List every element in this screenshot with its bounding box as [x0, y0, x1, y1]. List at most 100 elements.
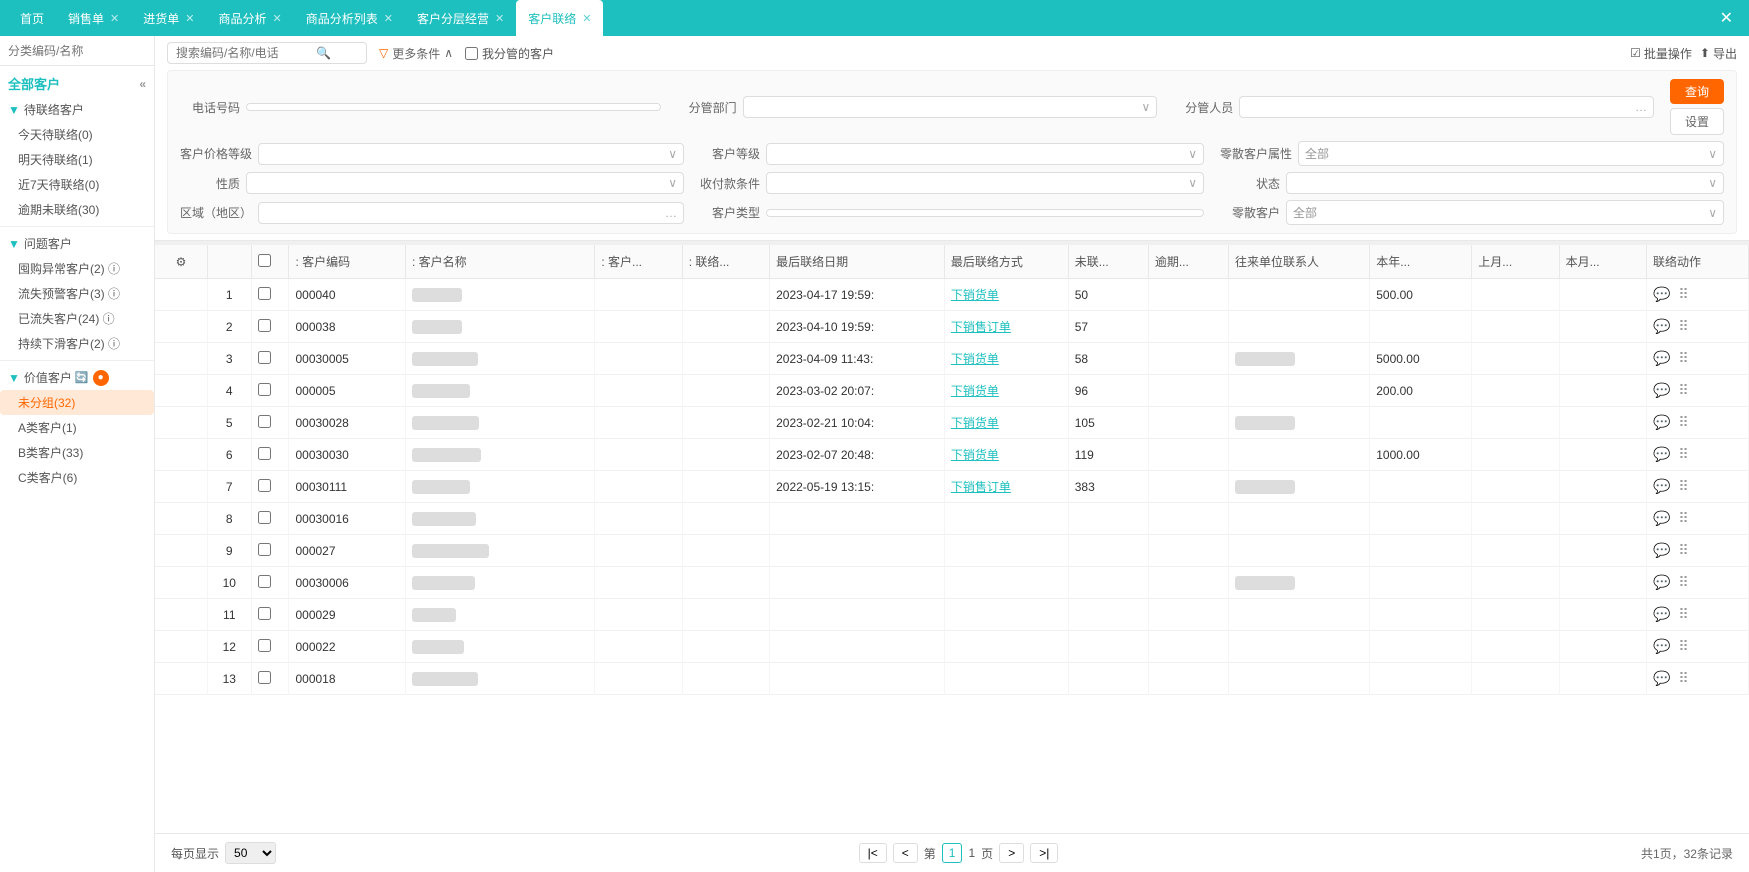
sidebar-item-class-b[interactable]: B类客户(33)	[0, 440, 154, 465]
th-unit-contact[interactable]: 往来单位联系人	[1228, 245, 1369, 279]
tab-product-analysis[interactable]: 商品分析 ✕	[206, 0, 293, 36]
row-last-way[interactable]: 下销货单	[944, 407, 1068, 439]
group-pending-contact[interactable]: ▼ 待联络客户	[0, 97, 154, 122]
grid-icon[interactable]: ⠿	[1678, 606, 1688, 623]
th-name[interactable]: : 客户名称	[405, 245, 594, 279]
tab-product-analysis-list[interactable]: 商品分析列表 ✕	[294, 0, 405, 36]
group-problem-customer[interactable]: ▼ 问题客户	[0, 231, 154, 256]
tab-customer-contact[interactable]: 客户联络 ✕	[516, 0, 603, 36]
sidebar-search-input[interactable]	[8, 44, 155, 58]
sidebar-item-declining[interactable]: 持续下滑客户(2) ⓘ	[0, 331, 154, 356]
sidebar-item-overdue-contact[interactable]: 逾期未联络(30)	[0, 197, 154, 222]
grid-icon[interactable]: ⠿	[1678, 318, 1688, 335]
sidebar-item-churned[interactable]: 已流失客户(24) ⓘ	[0, 306, 154, 331]
row-last-way[interactable]: 下销货单	[944, 439, 1068, 471]
chat-icon[interactable]: 💬	[1653, 446, 1670, 463]
next-page-btn[interactable]: >	[999, 843, 1024, 863]
tab-sales-order[interactable]: 销售单 ✕	[56, 0, 131, 36]
row-checkbox[interactable]	[258, 319, 271, 332]
chat-icon[interactable]: 💬	[1653, 478, 1670, 495]
tab-customer-segment[interactable]: 客户分层经营 ✕	[405, 0, 516, 36]
row-checkbox[interactable]	[258, 639, 271, 652]
th-this-year[interactable]: 本年...	[1370, 245, 1472, 279]
row-checkbox[interactable]	[258, 287, 271, 300]
chat-icon[interactable]: 💬	[1653, 542, 1670, 559]
price-level-input[interactable]: ∨	[258, 143, 684, 165]
phone-input[interactable]	[246, 103, 661, 111]
query-button[interactable]: 查询	[1670, 79, 1724, 104]
grid-icon[interactable]: ⠿	[1678, 414, 1688, 431]
more-filter-button[interactable]: ▽ 更多条件 ∧	[379, 45, 453, 62]
customer-level-input[interactable]: ∨	[766, 143, 1204, 165]
current-page[interactable]: 1	[942, 843, 963, 863]
status-input[interactable]: ∨	[1286, 172, 1724, 194]
row-last-way[interactable]	[944, 599, 1068, 631]
tab-purchase-order[interactable]: 进货单 ✕	[131, 0, 206, 36]
export-button[interactable]: ⬆ 导出	[1700, 45, 1737, 62]
customer-type-input[interactable]	[766, 209, 1204, 217]
main-search-input[interactable]	[176, 46, 316, 60]
prev-page-btn[interactable]: <	[893, 843, 918, 863]
grid-icon[interactable]: ⠿	[1678, 350, 1688, 367]
close-tab-sales-order[interactable]: ✕	[110, 12, 119, 25]
row-checkbox[interactable]	[258, 671, 271, 684]
my-customer-checkbox[interactable]	[465, 47, 478, 60]
th-settings[interactable]: ⚙	[155, 245, 207, 279]
group-value-customer[interactable]: ▼ 价值客户 🔄 ●	[0, 365, 154, 390]
sidebar-item-today-pending[interactable]: 今天待联络(0)	[0, 122, 154, 147]
nature-input[interactable]: ∨	[246, 172, 684, 194]
grid-icon[interactable]: ⠿	[1678, 478, 1688, 495]
chat-icon[interactable]: 💬	[1653, 574, 1670, 591]
grid-icon[interactable]: ⠿	[1678, 446, 1688, 463]
value-refresh-icon[interactable]: 🔄	[75, 371, 89, 384]
row-last-way[interactable]	[944, 567, 1068, 599]
sidebar-item-class-a[interactable]: A类客户(1)	[0, 415, 154, 440]
chat-icon[interactable]: 💬	[1653, 414, 1670, 431]
grid-icon[interactable]: ⠿	[1678, 382, 1688, 399]
dept-input[interactable]: ∨	[743, 96, 1158, 118]
close-tab-segment[interactable]: ✕	[495, 12, 504, 25]
close-tab-contact[interactable]: ✕	[582, 12, 591, 25]
chat-icon[interactable]: 💬	[1653, 286, 1670, 303]
row-last-way[interactable]	[944, 663, 1068, 695]
grid-icon[interactable]: ⠿	[1678, 542, 1688, 559]
th-last-month[interactable]: 上月...	[1472, 245, 1559, 279]
th-no-contact[interactable]: 未联...	[1068, 245, 1148, 279]
tab-home[interactable]: 首页	[8, 0, 56, 36]
row-last-way[interactable]	[944, 535, 1068, 567]
per-page-select[interactable]: 50 20 100	[225, 842, 276, 864]
select-all-checkbox[interactable]	[258, 254, 271, 267]
window-close-button[interactable]: ✕	[1712, 8, 1741, 28]
chat-icon[interactable]: 💬	[1653, 606, 1670, 623]
sidebar-collapse-icon[interactable]: «	[139, 77, 146, 91]
row-checkbox[interactable]	[258, 543, 271, 556]
sidebar-item-churn-warning[interactable]: 流失预警客户(3) ⓘ	[0, 281, 154, 306]
row-checkbox[interactable]	[258, 607, 271, 620]
retail-attr-input[interactable]: 全部∨	[1298, 141, 1724, 166]
row-checkbox[interactable]	[258, 511, 271, 524]
sidebar-item-unclassified[interactable]: 未分组(32)	[0, 390, 154, 415]
close-tab-product-list[interactable]: ✕	[384, 12, 393, 25]
row-last-way[interactable]	[944, 631, 1068, 663]
last-page-btn[interactable]: >|	[1030, 843, 1058, 863]
chat-icon[interactable]: 💬	[1653, 382, 1670, 399]
main-search-icon[interactable]: 🔍	[316, 46, 331, 60]
th-last-contact-date[interactable]: 最后联络日期	[770, 245, 945, 279]
area-input[interactable]: …	[258, 202, 684, 224]
sidebar-item-class-c[interactable]: C类客户(6)	[0, 465, 154, 490]
grid-icon[interactable]: ⠿	[1678, 286, 1688, 303]
row-checkbox[interactable]	[258, 575, 271, 588]
th-this-month[interactable]: 本月...	[1559, 245, 1646, 279]
row-checkbox[interactable]	[258, 447, 271, 460]
sidebar-item-7days-pending[interactable]: 近7天待联络(0)	[0, 172, 154, 197]
chat-icon[interactable]: 💬	[1653, 670, 1670, 687]
sidebar-item-hoarding[interactable]: 囤购异常客户(2) ⓘ	[0, 256, 154, 281]
first-page-btn[interactable]: |<	[859, 843, 887, 863]
chat-icon[interactable]: 💬	[1653, 318, 1670, 335]
row-checkbox[interactable]	[258, 415, 271, 428]
row-last-way[interactable]: 下销货单	[944, 279, 1068, 311]
chat-icon[interactable]: 💬	[1653, 638, 1670, 655]
payment-terms-input[interactable]: ∨	[766, 172, 1204, 194]
th-type[interactable]: : 客户...	[595, 245, 682, 279]
row-checkbox[interactable]	[258, 479, 271, 492]
